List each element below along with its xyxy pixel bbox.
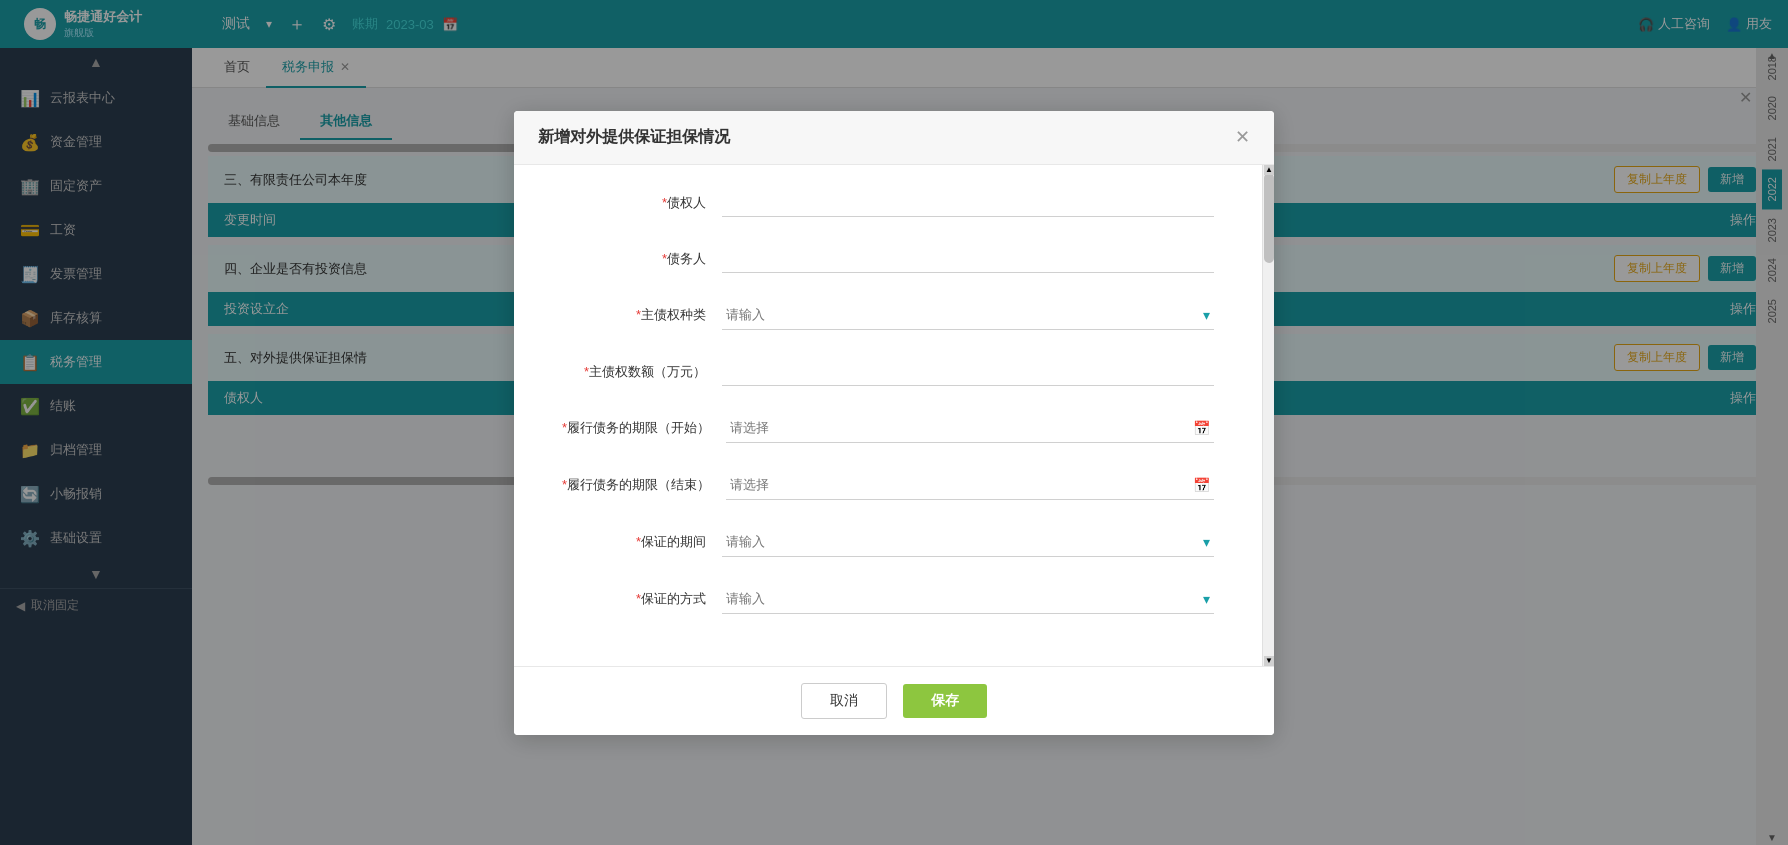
form-row-guarantee-period: *保证的期间 ▾ (562, 528, 1214, 557)
claim-amount-label: *主债权数额（万元） (562, 363, 722, 381)
dialog-footer: 取消 保存 (514, 666, 1274, 735)
creditor-input[interactable] (722, 189, 1214, 217)
claim-type-select[interactable]: ▾ (722, 301, 1214, 330)
form-row-claim-type: *主债权种类 ▾ (562, 301, 1214, 330)
form-row-claim-amount: *主债权数额（万元） (562, 358, 1214, 386)
guarantee-method-input[interactable] (726, 591, 1203, 606)
guarantee-period-dropdown-icon[interactable]: ▾ (1203, 534, 1210, 550)
save-button[interactable]: 保存 (903, 684, 987, 718)
guarantee-period-input[interactable] (726, 534, 1203, 549)
dialog-title: 新增对外提供保证担保情况 (538, 127, 730, 148)
dialog-header: 新增对外提供保证担保情况 ✕ (514, 111, 1274, 165)
period-start-date[interactable]: 📅 (726, 414, 1214, 443)
cancel-button[interactable]: 取消 (801, 683, 887, 719)
debtor-label: *债务人 (562, 250, 722, 268)
guarantee-period-select[interactable]: ▾ (722, 528, 1214, 557)
guarantee-method-label: *保证的方式 (562, 590, 722, 608)
scrollbar-down-btn[interactable]: ▼ (1264, 656, 1274, 666)
form-row-creditor: *债权人 (562, 189, 1214, 217)
guarantee-method-select[interactable]: ▾ (722, 585, 1214, 614)
claim-amount-input[interactable] (722, 358, 1214, 386)
debtor-input[interactable] (722, 245, 1214, 273)
period-end-label: *履行债务的期限（结束） (562, 476, 726, 494)
dialog: 新增对外提供保证担保情况 ✕ *债权人 *债务人 (514, 111, 1274, 735)
form-row-debtor: *债务人 (562, 245, 1214, 273)
period-start-input[interactable] (730, 420, 1193, 435)
guarantee-period-label: *保证的期间 (562, 533, 722, 551)
dialog-body: *债权人 *债务人 *主债权种类 (514, 165, 1262, 666)
period-end-input[interactable] (730, 477, 1193, 492)
period-end-date[interactable]: 📅 (726, 471, 1214, 500)
claim-type-input[interactable] (726, 307, 1203, 322)
period-start-calendar-icon[interactable]: 📅 (1193, 420, 1210, 436)
claim-type-label: *主债权种类 (562, 306, 722, 324)
creditor-label: *债权人 (562, 194, 722, 212)
form-row-period-end: *履行债务的期限（结束） 📅 (562, 471, 1214, 500)
dialog-scrollbar[interactable]: ▲ ▼ (1262, 165, 1274, 666)
dialog-scrollbar-thumb (1264, 173, 1274, 263)
scrollbar-up-btn[interactable]: ▲ (1264, 165, 1274, 175)
guarantee-method-dropdown-icon[interactable]: ▾ (1203, 591, 1210, 607)
claim-type-dropdown-icon[interactable]: ▾ (1203, 307, 1210, 323)
form-row-period-start: *履行债务的期限（开始） 📅 (562, 414, 1214, 443)
period-end-calendar-icon[interactable]: 📅 (1193, 477, 1210, 493)
form-row-guarantee-method: *保证的方式 ▾ (562, 585, 1214, 614)
dialog-overlay: 新增对外提供保证担保情况 ✕ *债权人 *债务人 (0, 0, 1788, 845)
dialog-close-button[interactable]: ✕ (1235, 128, 1250, 146)
period-start-label: *履行债务的期限（开始） (562, 419, 726, 437)
